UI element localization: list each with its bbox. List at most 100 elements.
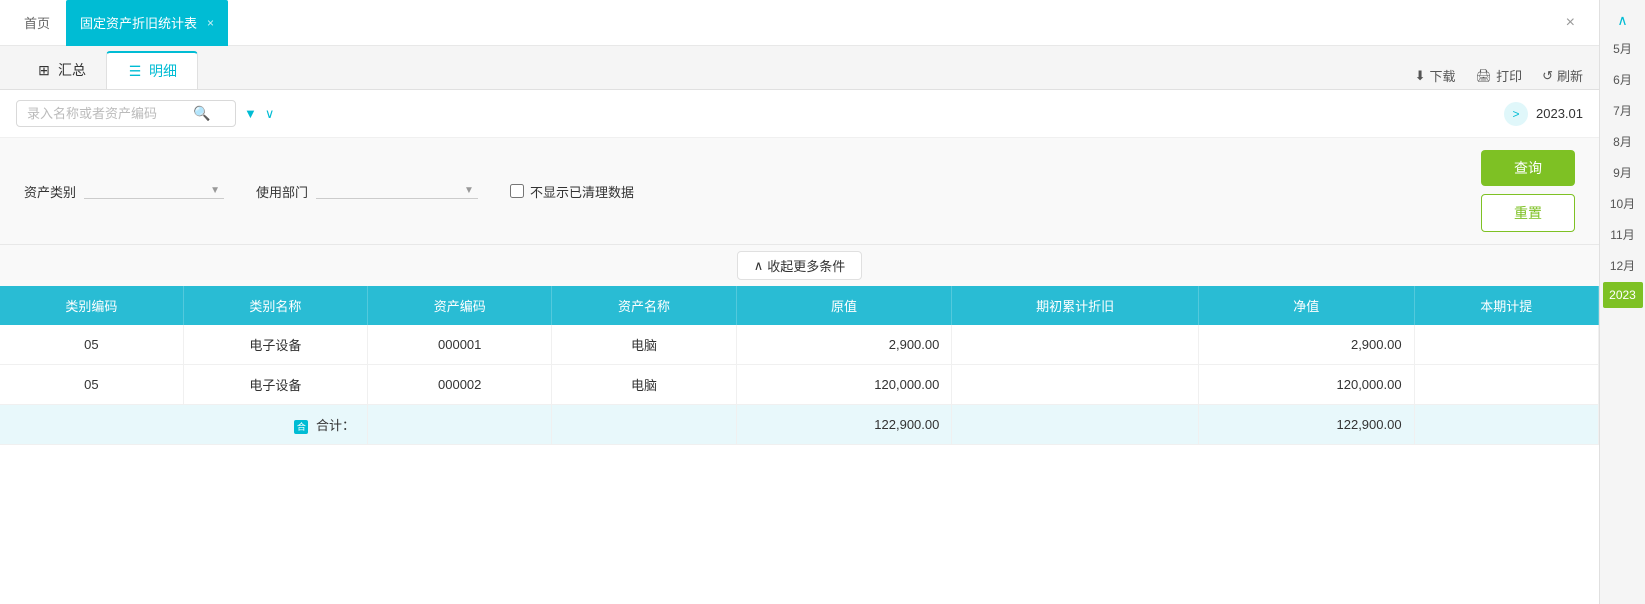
nav-tab-label: 固定资产折旧统计表 xyxy=(80,13,197,32)
cell-asset-code: 000001 xyxy=(368,325,552,365)
total-net-value: 122,900.00 xyxy=(1198,405,1414,445)
print-button[interactable]: 🖨 打印 xyxy=(1476,66,1523,85)
cell-asset-code: 000002 xyxy=(368,365,552,405)
cell-original-value: 120,000.00 xyxy=(736,365,952,405)
cell-asset-name: 电脑 xyxy=(552,365,736,405)
filter-row-1: 资产类别 ▼ 使用部门 ▼ 不显示已清理数据 查询 重置 xyxy=(24,150,1575,232)
cell-category-code: 05 xyxy=(0,325,183,365)
tab-detail[interactable]: ☰ 明细 xyxy=(106,51,198,89)
close-tab-icon[interactable]: × xyxy=(207,16,214,30)
print-label: 打印 xyxy=(1496,66,1522,85)
reset-button[interactable]: 重置 xyxy=(1481,194,1575,232)
month-item-9[interactable]: 9月 xyxy=(1603,158,1643,187)
cell-accum-depreciation xyxy=(952,365,1199,405)
scroll-up-button[interactable]: ∧ xyxy=(1603,8,1643,32)
total-asset-name xyxy=(552,405,736,445)
filter-asset-category: 资产类别 ▼ xyxy=(24,182,224,201)
cell-category-name: 电子设备 xyxy=(183,325,367,365)
tab-summary-label: 汇总 xyxy=(58,60,86,80)
detail-icon: ☰ xyxy=(127,63,143,79)
right-panel: ∧ 5月 6月 7月 8月 9月 10月 11月 12月 2023 xyxy=(1599,0,1645,604)
month-item-7[interactable]: 7月 xyxy=(1603,96,1643,125)
collapse-label: 收起更多条件 xyxy=(767,256,845,275)
col-current-depreciation: 本期计提 xyxy=(1414,286,1598,325)
total-original-value: 122,900.00 xyxy=(736,405,952,445)
table-row: 05 电子设备 000002 电脑 120,000.00 120,000.00 xyxy=(0,365,1599,405)
cell-current-depreciation xyxy=(1414,365,1598,405)
tab-summary[interactable]: ⊞ 汇总 xyxy=(16,51,106,89)
filter-dept: 使用部门 ▼ xyxy=(256,182,478,201)
cell-asset-name: 电脑 xyxy=(552,325,736,365)
arrow-icon: > xyxy=(1512,107,1519,121)
tab-detail-label: 明细 xyxy=(149,61,177,81)
cell-net-value: 120,000.00 xyxy=(1198,365,1414,405)
table-total-row: 合 合计： 122,900.00 122,900.00 xyxy=(0,405,1599,445)
collapse-button[interactable]: ∧ 收起更多条件 xyxy=(737,251,863,280)
col-accum-depreciation: 期初累计折旧 xyxy=(952,286,1199,325)
search-bar: 🔍 ▼ ∨ > 2023.01 xyxy=(0,90,1599,138)
cell-current-depreciation xyxy=(1414,325,1598,365)
total-asset-code xyxy=(368,405,552,445)
print-icon: 🖨 xyxy=(1476,68,1493,84)
sub-tabs: ⊞ 汇总 ☰ 明细 ⬇ 下载 🖨 打印 ↺ 刷新 xyxy=(0,46,1599,90)
date-nav-arrow[interactable]: > xyxy=(1504,102,1528,126)
month-item-5[interactable]: 5月 xyxy=(1603,34,1643,63)
hide-cleared-label: 不显示已清理数据 xyxy=(530,182,634,201)
more-conditions-button[interactable]: ▼ ∨ xyxy=(244,106,274,122)
table-wrap: 类别编码 类别名称 资产编码 资产名称 原值 期初累计折旧 净值 本期计提 05… xyxy=(0,286,1599,604)
table-row: 05 电子设备 000001 电脑 2,900.00 2,900.00 xyxy=(0,325,1599,365)
cell-accum-depreciation xyxy=(952,325,1199,365)
top-nav: 首页 固定资产折旧统计表 × × xyxy=(0,0,1599,46)
col-asset-code: 资产编码 xyxy=(368,286,552,325)
total-label: 合计： xyxy=(316,418,355,433)
nav-home[interactable]: 首页 xyxy=(12,13,62,32)
total-label-cell: 合 合计： xyxy=(0,405,368,445)
filter-buttons: 查询 重置 xyxy=(1481,150,1575,232)
col-original-value: 原值 xyxy=(736,286,952,325)
month-item-11[interactable]: 11月 xyxy=(1603,220,1643,249)
category-dropdown-icon: ▼ xyxy=(210,185,220,196)
download-button[interactable]: ⬇ 下载 xyxy=(1415,66,1456,85)
cell-net-value: 2,900.00 xyxy=(1198,325,1414,365)
query-button[interactable]: 查询 xyxy=(1481,150,1575,186)
col-asset-name: 资产名称 xyxy=(552,286,736,325)
month-item-12[interactable]: 12月 xyxy=(1603,251,1643,280)
asset-category-label: 资产类别 xyxy=(24,182,76,201)
cell-category-name: 电子设备 xyxy=(183,365,367,405)
cell-category-code: 05 xyxy=(0,365,183,405)
dept-dropdown-icon: ▼ xyxy=(464,185,474,196)
table-header-row: 类别编码 类别名称 资产编码 资产名称 原值 期初累计折旧 净值 本期计提 xyxy=(0,286,1599,325)
month-item-8[interactable]: 8月 xyxy=(1603,127,1643,156)
col-category-code: 类别编码 xyxy=(0,286,183,325)
date-display: 2023.01 xyxy=(1536,106,1583,121)
data-table: 类别编码 类别名称 资产编码 资产名称 原值 期初累计折旧 净值 本期计提 05… xyxy=(0,286,1599,445)
asset-category-select[interactable]: ▼ xyxy=(84,183,224,199)
chevron-down-icon: ∨ xyxy=(265,106,275,122)
year-badge[interactable]: 2023 xyxy=(1603,282,1643,308)
hide-cleared-checkbox[interactable] xyxy=(510,184,524,198)
dept-select[interactable]: ▼ xyxy=(316,183,478,199)
total-icon: 合 xyxy=(294,420,308,434)
col-net-value: 净值 xyxy=(1198,286,1414,325)
nav-tab-fixed-assets[interactable]: 固定资产折旧统计表 × xyxy=(66,0,228,46)
download-label: 下载 xyxy=(1430,66,1456,85)
month-item-6[interactable]: 6月 xyxy=(1603,65,1643,94)
collapse-row: ∧ 收起更多条件 xyxy=(0,245,1599,286)
col-category-name: 类别名称 xyxy=(183,286,367,325)
refresh-icon: ↺ xyxy=(1542,68,1553,84)
total-accum-depreciation xyxy=(952,405,1199,445)
filter-icon: ▼ xyxy=(244,106,257,121)
search-icon: 🔍 xyxy=(193,105,210,122)
search-input-wrap: 🔍 xyxy=(16,100,236,127)
download-icon: ⬇ xyxy=(1415,68,1426,84)
collapse-icon: ∧ xyxy=(754,258,764,274)
month-item-10[interactable]: 10月 xyxy=(1603,189,1643,218)
hide-cleared-checkbox-wrap: 不显示已清理数据 xyxy=(510,182,634,201)
refresh-label: 刷新 xyxy=(1557,66,1583,85)
refresh-button[interactable]: ↺ 刷新 xyxy=(1542,66,1583,85)
window-close-icon[interactable]: × xyxy=(1554,14,1587,32)
search-input[interactable] xyxy=(27,106,187,121)
dept-label: 使用部门 xyxy=(256,182,308,201)
filter-area: 资产类别 ▼ 使用部门 ▼ 不显示已清理数据 查询 重置 xyxy=(0,138,1599,245)
total-current-depreciation xyxy=(1414,405,1598,445)
